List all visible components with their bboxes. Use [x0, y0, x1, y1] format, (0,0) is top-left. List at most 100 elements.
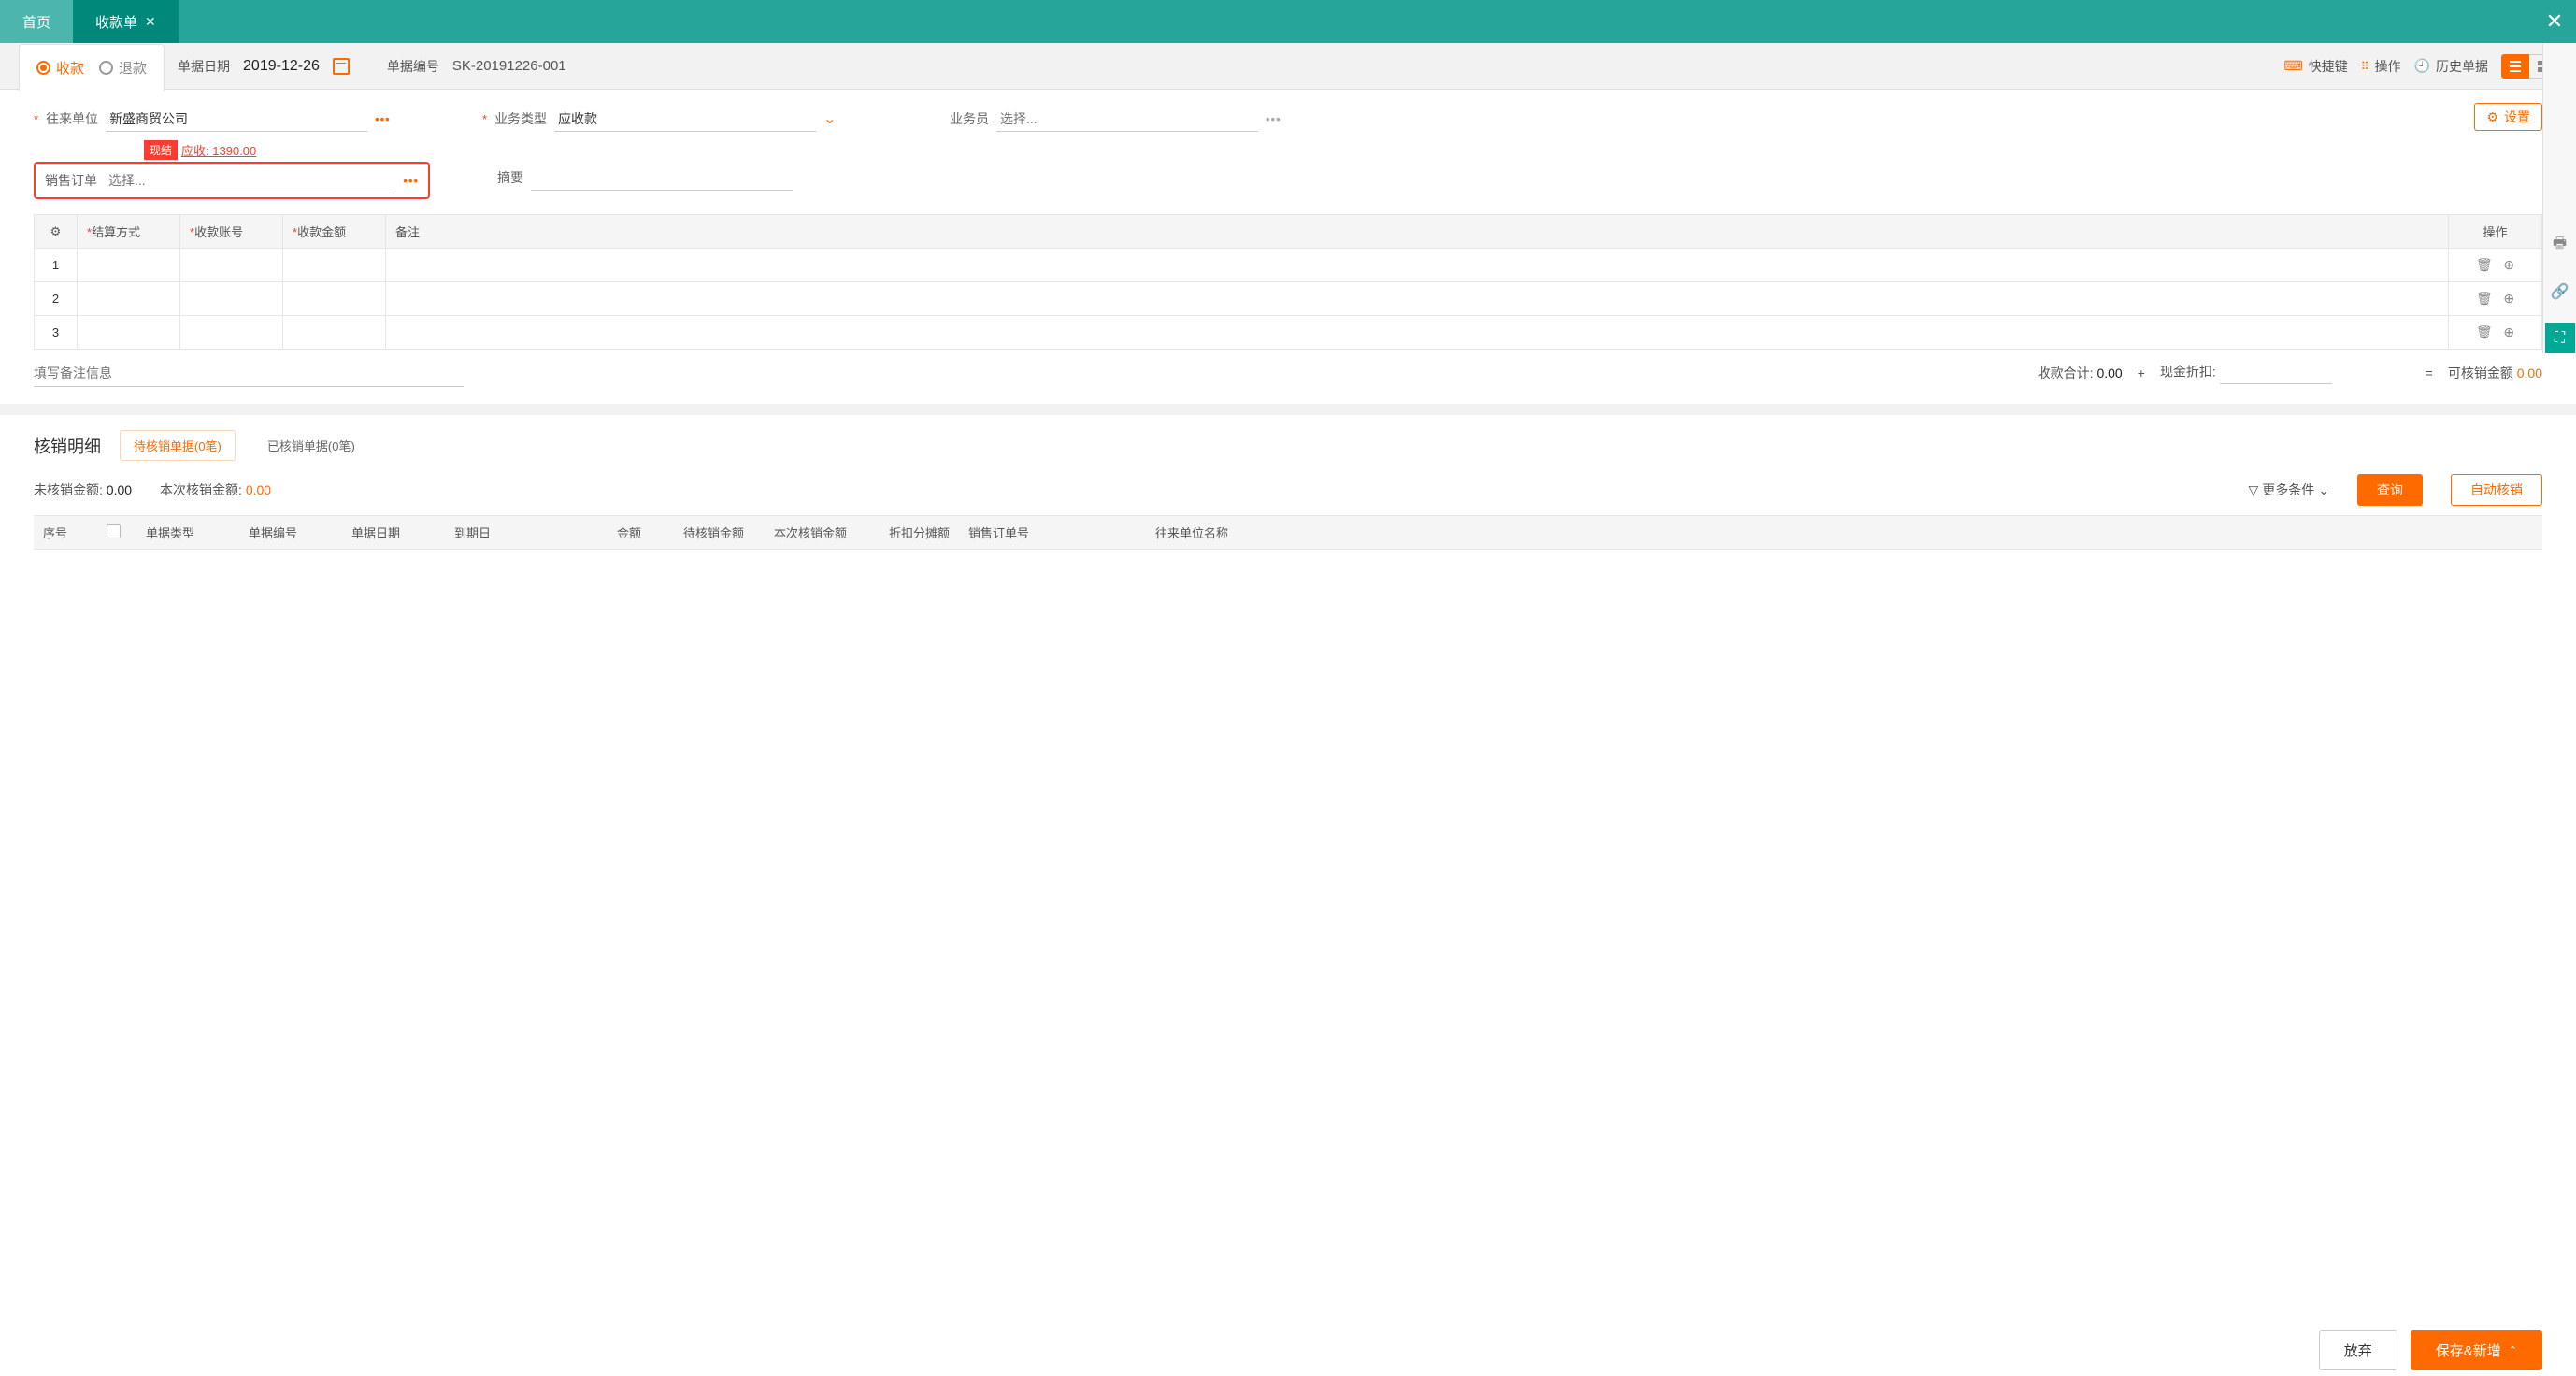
receipt-type-tabs: 收款 退款: [19, 44, 165, 91]
cell-ops: 🗑 ⊕: [2449, 249, 2542, 282]
ops-link[interactable]: ⠿ 操作: [2361, 57, 2401, 76]
delete-row-icon[interactable]: 🗑: [2476, 291, 2493, 306]
col-account: *收款账号: [180, 215, 283, 249]
salesman-lookup-icon[interactable]: •••: [1266, 112, 1281, 126]
radio-off-icon: [99, 61, 113, 75]
partner-input[interactable]: [106, 106, 367, 132]
cell-remark[interactable]: [386, 282, 2449, 316]
docno-value: SK-20191226-001: [452, 58, 566, 74]
cell-ops: 🗑 ⊕: [2449, 316, 2542, 350]
col-remark: 备注: [386, 215, 2449, 249]
discount-label: 现金折扣:: [2160, 362, 2332, 384]
vcol-pending: 待核销金额: [651, 516, 753, 550]
tab-receipt[interactable]: 收款单 ✕: [73, 0, 179, 43]
tag-receivable-link[interactable]: 应收: 1390.00: [181, 141, 256, 159]
vcol-duedate: 到期日: [445, 516, 557, 550]
equals-sign: =: [2426, 366, 2433, 380]
cell-account[interactable]: [180, 249, 283, 282]
cell-remark[interactable]: [386, 249, 2449, 282]
add-row-icon[interactable]: ⊕: [2503, 324, 2514, 339]
query-button[interactable]: 查询: [2357, 474, 2423, 506]
cell-ops: 🗑 ⊕: [2449, 282, 2542, 316]
discard-button[interactable]: 放弃: [2319, 1330, 2397, 1370]
vcol-this: 本次核销金额: [753, 516, 856, 550]
row-index: 1: [35, 249, 78, 282]
save-new-button[interactable]: 保存&新增 ⌃: [2411, 1330, 2542, 1370]
partner-lookup-icon[interactable]: •••: [375, 112, 391, 126]
vcol-partner: 往来单位名称: [1146, 516, 2542, 550]
right-rail: 🖶 🔗 ⛶: [2542, 43, 2576, 353]
salesorder-label: 销售订单: [45, 171, 97, 190]
discount-input[interactable]: [2220, 362, 2332, 384]
settings-button[interactable]: ⚙ 设置: [2474, 103, 2542, 131]
cell-method[interactable]: [78, 249, 180, 282]
expand-icon[interactable]: ⛶: [2545, 323, 2575, 353]
table-row[interactable]: 2 🗑 ⊕: [35, 282, 2542, 316]
print-icon[interactable]: 🖶: [2545, 230, 2575, 260]
salesman-label: 业务员: [950, 109, 989, 128]
tab-pending[interactable]: 待核销单据(0笔): [120, 430, 236, 461]
top-tabbar: 首页 收款单 ✕ ✕: [0, 0, 2576, 43]
vcol-checkbox[interactable]: [90, 516, 136, 550]
date-label: 单据日期: [178, 57, 230, 76]
radio-refund-label: 退款: [119, 58, 147, 78]
add-row-icon[interactable]: ⊕: [2503, 257, 2514, 272]
auto-writeoff-button[interactable]: 自动核销: [2451, 474, 2542, 506]
unwriteoff-label: 未核销金额: 0.00: [34, 480, 132, 499]
remark-input[interactable]: [34, 359, 464, 387]
cell-amount[interactable]: [283, 249, 386, 282]
table-row[interactable]: 3 🗑 ⊕: [35, 316, 2542, 350]
date-value[interactable]: 2019-12-26: [243, 58, 320, 75]
gear-column[interactable]: ⚙: [35, 215, 78, 249]
close-all-icon[interactable]: ✕: [2533, 0, 2576, 43]
view-list-icon[interactable]: [2501, 54, 2529, 79]
link-icon[interactable]: 🔗: [2545, 277, 2575, 307]
cell-method[interactable]: [78, 316, 180, 350]
table-row[interactable]: 1 🗑 ⊕: [35, 249, 2542, 282]
vcol-sono: 销售订单号: [959, 516, 1146, 550]
verify-grid: 序号 单据类型 单据编号 单据日期 到期日 金额 待核销金额 本次核销金额 折扣…: [34, 515, 2542, 550]
cell-amount[interactable]: [283, 282, 386, 316]
radio-receive-label: 收款: [56, 58, 84, 78]
history-link[interactable]: 🕘 历史单据: [2414, 57, 2488, 76]
shortcut-link[interactable]: ⌨ 快捷键: [2284, 57, 2348, 76]
delete-row-icon[interactable]: 🗑: [2476, 324, 2493, 339]
writeoff-value: 0.00: [2517, 366, 2542, 380]
tab-done[interactable]: 已核销单据(0笔): [254, 431, 368, 460]
vcol-amount: 金额: [557, 516, 651, 550]
writeoff-label: 可核销金额 0.00: [2448, 364, 2542, 382]
cell-account[interactable]: [180, 316, 283, 350]
radio-refund[interactable]: 退款: [99, 58, 147, 78]
ops-label: 操作: [2375, 57, 2401, 76]
filter-icon: ▽: [2248, 482, 2258, 498]
payment-grid: ⚙ *结算方式 *收款账号 *收款金额 备注 操作 1 🗑 ⊕ 2 🗑 ⊕ 3 …: [0, 214, 2576, 350]
delete-row-icon[interactable]: 🗑: [2476, 257, 2493, 272]
history-icon: 🕘: [2414, 58, 2430, 74]
checkbox-icon: [107, 524, 121, 538]
tab-home[interactable]: 首页: [0, 0, 73, 43]
vcol-docdate: 单据日期: [342, 516, 445, 550]
biztype-input[interactable]: [554, 106, 816, 132]
cell-remark[interactable]: [386, 316, 2449, 350]
more-conditions[interactable]: ▽ 更多条件 ⌄: [2248, 480, 2329, 499]
shortcut-label: 快捷键: [2309, 57, 2348, 76]
vcol-seq: 序号: [34, 516, 90, 550]
total-value: 0.00: [2097, 366, 2122, 380]
tag-cash: 现结: [144, 140, 178, 160]
cell-method[interactable]: [78, 282, 180, 316]
salesorder-lookup-icon[interactable]: •••: [403, 174, 419, 188]
cell-amount[interactable]: [283, 316, 386, 350]
chevron-down-icon[interactable]: ⌄: [823, 109, 836, 128]
col-method: *结算方式: [78, 215, 180, 249]
close-icon[interactable]: ✕: [145, 14, 156, 30]
cell-account[interactable]: [180, 282, 283, 316]
calendar-icon[interactable]: [333, 58, 350, 75]
col-ops: 操作: [2449, 215, 2542, 249]
radio-receive[interactable]: 收款: [36, 58, 84, 78]
summary-input[interactable]: [531, 165, 793, 191]
add-row-icon[interactable]: ⊕: [2503, 291, 2514, 306]
summary-label: 摘要: [497, 168, 523, 187]
row-index: 3: [35, 316, 78, 350]
salesorder-input[interactable]: [105, 167, 395, 194]
salesman-input[interactable]: [996, 106, 1258, 132]
